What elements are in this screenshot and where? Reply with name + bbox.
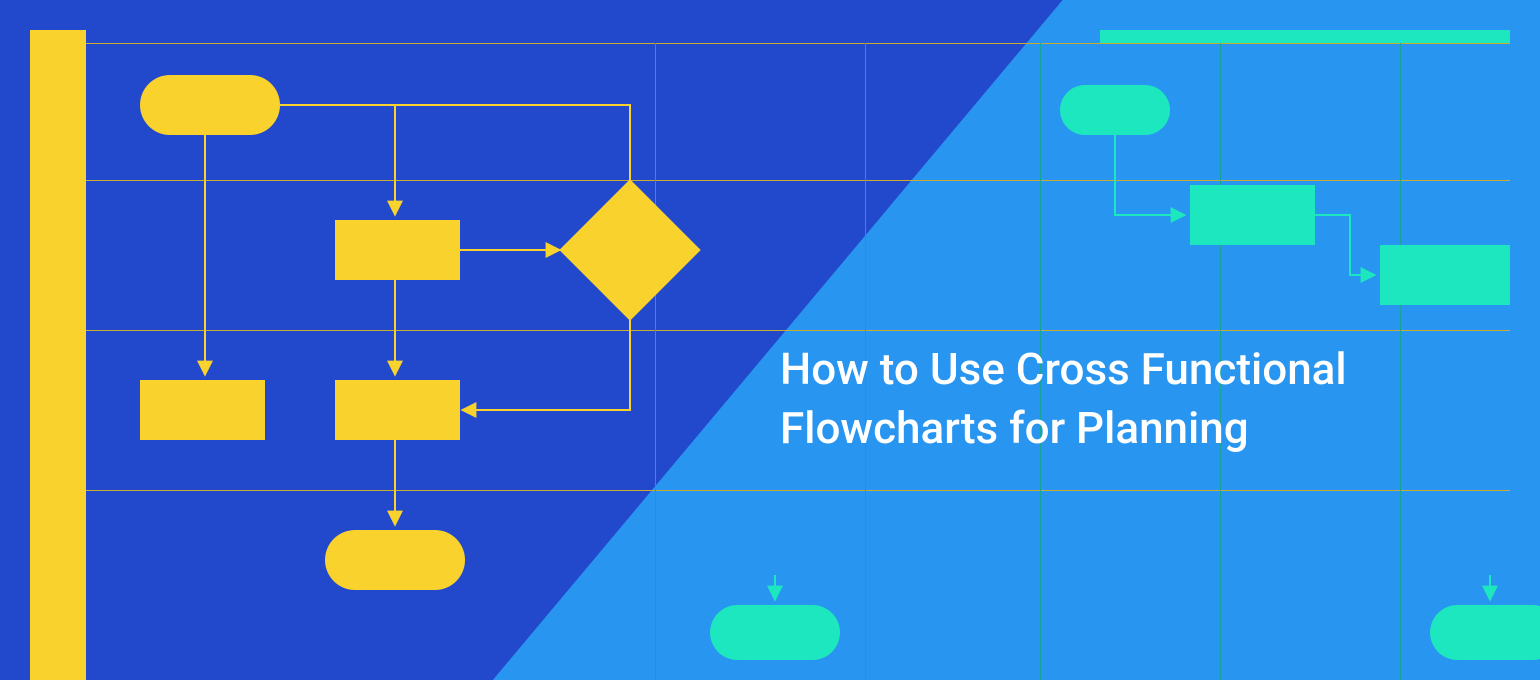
lane-divider [86, 180, 1510, 181]
hero-heading-line-1: How to Use Cross Functional [780, 340, 1347, 399]
flowchart-terminator-end [325, 530, 465, 590]
flowchart-decision-icon [559, 179, 700, 320]
flowchart-process-3 [335, 380, 460, 440]
flowchart-terminator-green-1 [1060, 85, 1170, 135]
hero-diagram-canvas: How to Use Cross Functional Flowcharts f… [0, 0, 1540, 680]
column-divider [655, 43, 656, 680]
flowchart-terminator-green-3 [1430, 605, 1540, 660]
swimlane-header-row-green [1100, 30, 1510, 43]
lane-divider [86, 490, 1510, 491]
hero-heading: How to Use Cross Functional Flowcharts f… [780, 340, 1347, 459]
flowchart-process-1 [335, 220, 460, 280]
lane-divider [86, 43, 1510, 44]
flowchart-process-green-1 [1190, 185, 1315, 245]
flowchart-terminator-green-2 [710, 605, 840, 660]
flowchart-process-green-2 [1380, 245, 1510, 305]
swimlane-header-column [30, 30, 86, 680]
column-divider [1400, 43, 1401, 680]
flowchart-process-2 [140, 380, 265, 440]
flowchart-terminator-start [140, 75, 280, 135]
lane-divider [86, 330, 1510, 331]
hero-heading-line-2: Flowcharts for Planning [780, 399, 1347, 458]
